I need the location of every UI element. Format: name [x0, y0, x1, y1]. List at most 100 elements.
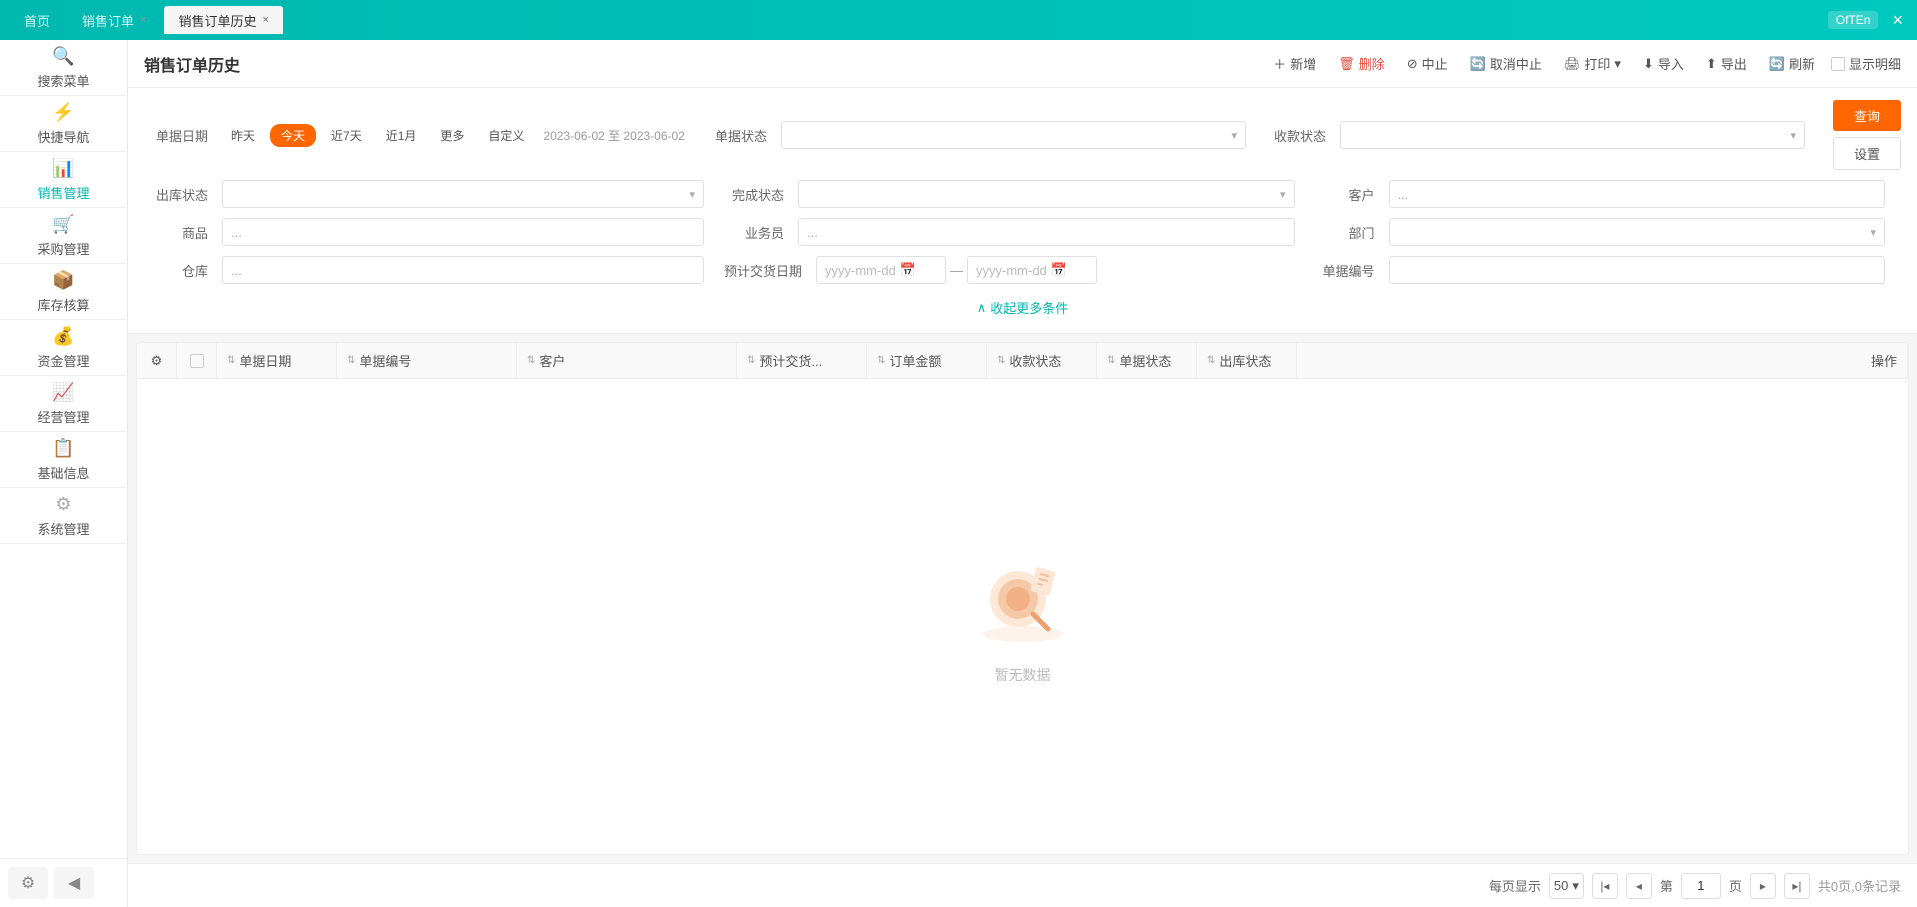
th-receipt-label: 收款状态	[1009, 351, 1061, 370]
print-button[interactable]: 🖨 打印 ▾	[1558, 50, 1627, 77]
sidebar-item-operation[interactable]: 📈 经营管理	[0, 376, 127, 432]
delete-button[interactable]: 🗑 删除	[1332, 50, 1391, 77]
sidebar-item-sales[interactable]: 📊 销售管理	[0, 152, 127, 208]
dept-chevron-icon: ▾	[1870, 226, 1876, 239]
tab-sales-order[interactable]: 销售订单 ×	[68, 6, 160, 34]
th-amount-label: 订单金额	[889, 351, 941, 370]
th-delivery[interactable]: ⇅ 预计交货...	[737, 343, 867, 378]
delivery-start-input[interactable]: yyyy-mm-dd 📅	[816, 256, 946, 284]
query-button[interactable]: 查询	[1833, 100, 1901, 131]
sort-delivery-icon: ⇅	[747, 355, 755, 366]
content-area: 销售订单历史 ＋ 新增 🗑 删除 ⊘ 中止 🔄 取消中止	[128, 40, 1917, 907]
tab-home-label: 首页	[24, 11, 50, 30]
sort-amount-icon: ⇅	[877, 355, 885, 366]
filter-bill-status-cell: 单据状态 ▾	[703, 121, 1246, 149]
th-bill-status[interactable]: ⇅ 单据状态	[1097, 343, 1197, 378]
th-no-label: 单据编号	[359, 351, 411, 370]
bill-status-select[interactable]: ▾	[781, 121, 1246, 149]
delete-label: 删除	[1359, 54, 1385, 73]
total-text: 共0页,0条记录	[1818, 876, 1901, 895]
th-delivery-label: 预计交货...	[759, 351, 822, 370]
display-dense-checkbox[interactable]	[1831, 57, 1845, 71]
dept-select[interactable]: ▾	[1389, 218, 1886, 246]
top-bar: 首页 销售订单 × 销售订单历史 × OfTEn ×	[0, 0, 1917, 40]
per-page-chevron-icon: ▾	[1572, 878, 1579, 894]
date-btn-more[interactable]: 更多	[431, 124, 473, 147]
complete-status-select[interactable]: ▾	[798, 180, 1295, 208]
sidebar-item-purchase[interactable]: 🛒 采购管理	[0, 208, 127, 264]
filter-row-2: 出库状态 ▾ 完成状态 ▾ 客户 ...	[144, 180, 1901, 208]
bill-no-input[interactable]	[1389, 256, 1886, 284]
date-btn-1month[interactable]: 近1月	[377, 124, 426, 147]
sidebar-collapse-button[interactable]: ◀	[54, 867, 94, 899]
th-bill-no[interactable]: ⇅ 单据编号	[337, 343, 517, 378]
tab-home[interactable]: 首页	[10, 6, 64, 34]
tab-sales-order-close[interactable]: ×	[140, 14, 146, 26]
th-gear[interactable]: ⚙	[137, 343, 177, 378]
sidebar-item-system[interactable]: ⚙ 系统管理	[0, 488, 127, 544]
sidebar-item-inventory[interactable]: 📦 库存核算	[0, 264, 127, 320]
salesman-input[interactable]: ...	[798, 218, 1295, 246]
filter-salesman-cell: 业务员 ...	[720, 218, 1295, 246]
th-receipt-status[interactable]: ⇅ 收款状态	[987, 343, 1097, 378]
delivery-end-input[interactable]: yyyy-mm-dd 📅	[967, 256, 1097, 284]
next-page-button[interactable]: ▸	[1750, 873, 1776, 899]
refresh-button[interactable]: 🔄 刷新	[1763, 50, 1821, 77]
window-close-button[interactable]: ×	[1888, 10, 1907, 31]
th-amount[interactable]: ⇅ 订单金额	[867, 343, 987, 378]
bill-status-label: 单据状态	[703, 126, 775, 145]
export-button[interactable]: ⬆ 导出	[1700, 50, 1753, 77]
sidebar-item-system-label: 系统管理	[37, 519, 89, 538]
cancel-stop-button[interactable]: 🔄 取消中止	[1464, 50, 1548, 77]
select-all-checkbox[interactable]	[190, 354, 204, 368]
th-date-label: 单据日期	[239, 351, 291, 370]
customer-input[interactable]: ...	[1389, 180, 1886, 208]
display-dense-toggle[interactable]: 显示明细	[1831, 54, 1901, 73]
filter-complete-status-cell: 完成状态 ▾	[720, 180, 1295, 208]
date-btn-custom[interactable]: 自定义	[479, 124, 533, 147]
collapse-more-button[interactable]: ∧ 收起更多条件	[144, 294, 1901, 321]
often-label: OfTEn	[1828, 11, 1879, 29]
current-page-input[interactable]	[1681, 873, 1721, 899]
product-input[interactable]: ...	[222, 218, 704, 246]
sidebar-item-finance[interactable]: 💰 资金管理	[0, 320, 127, 376]
delivery-start-value: yyyy-mm-dd	[825, 263, 896, 278]
new-label: 新增	[1290, 54, 1316, 73]
empty-illustration	[963, 549, 1083, 649]
date-btn-yesterday[interactable]: 昨天	[222, 124, 264, 147]
new-button[interactable]: ＋ 新增	[1267, 50, 1322, 77]
sidebar-item-quicknav[interactable]: ⚡ 快捷导航	[0, 96, 127, 152]
th-date[interactable]: ⇅ 单据日期	[217, 343, 337, 378]
th-customer[interactable]: ⇅ 客户	[517, 343, 737, 378]
settings-button[interactable]: 设置	[1833, 137, 1901, 170]
last-page-button[interactable]: ▸|	[1784, 873, 1810, 899]
receipt-status-label: 收款状态	[1262, 126, 1334, 145]
per-page-select[interactable]: 50 ▾	[1549, 873, 1584, 899]
date-group: 昨天 今天 近7天 近1月 更多 自定义 2023-06-02 至 2023-0…	[222, 124, 687, 147]
prev-page-button[interactable]: ◂	[1626, 873, 1652, 899]
sidebar-item-base[interactable]: 📋 基础信息	[0, 432, 127, 488]
sidebar-bottom: ⚙ ◀	[0, 858, 127, 907]
tab-sales-order-history[interactable]: 销售订单历史 ×	[164, 6, 282, 34]
import-icon: ⬇	[1643, 56, 1654, 72]
sort-no-icon: ⇅	[347, 355, 355, 366]
th-out-status[interactable]: ⇅ 出库状态	[1197, 343, 1297, 378]
date-btn-7days[interactable]: 近7天	[322, 124, 371, 147]
query-setting-col: 查询 设置	[1833, 100, 1901, 170]
th-customer-label: 客户	[539, 351, 565, 370]
warehouse-input[interactable]: ...	[222, 256, 704, 284]
sidebar-settings-button[interactable]: ⚙	[8, 867, 48, 899]
tab-sales-order-history-close[interactable]: ×	[262, 14, 268, 26]
receipt-status-select[interactable]: ▾	[1340, 121, 1805, 149]
date-btn-today[interactable]: 今天	[270, 124, 316, 147]
salesman-dots: ...	[807, 225, 818, 240]
out-status-select[interactable]: ▾	[222, 180, 704, 208]
sort-date-icon: ⇅	[227, 355, 235, 366]
import-button[interactable]: ⬇ 导入	[1637, 50, 1690, 77]
th-checkbox[interactable]	[177, 343, 217, 378]
first-page-button[interactable]: |◂	[1592, 873, 1618, 899]
sidebar-item-search[interactable]: 🔍 搜索菜单	[0, 40, 127, 96]
page-label-before: 第	[1660, 876, 1673, 895]
delivery-end-value: yyyy-mm-dd	[976, 263, 1047, 278]
stop-button[interactable]: ⊘ 中止	[1401, 50, 1454, 77]
